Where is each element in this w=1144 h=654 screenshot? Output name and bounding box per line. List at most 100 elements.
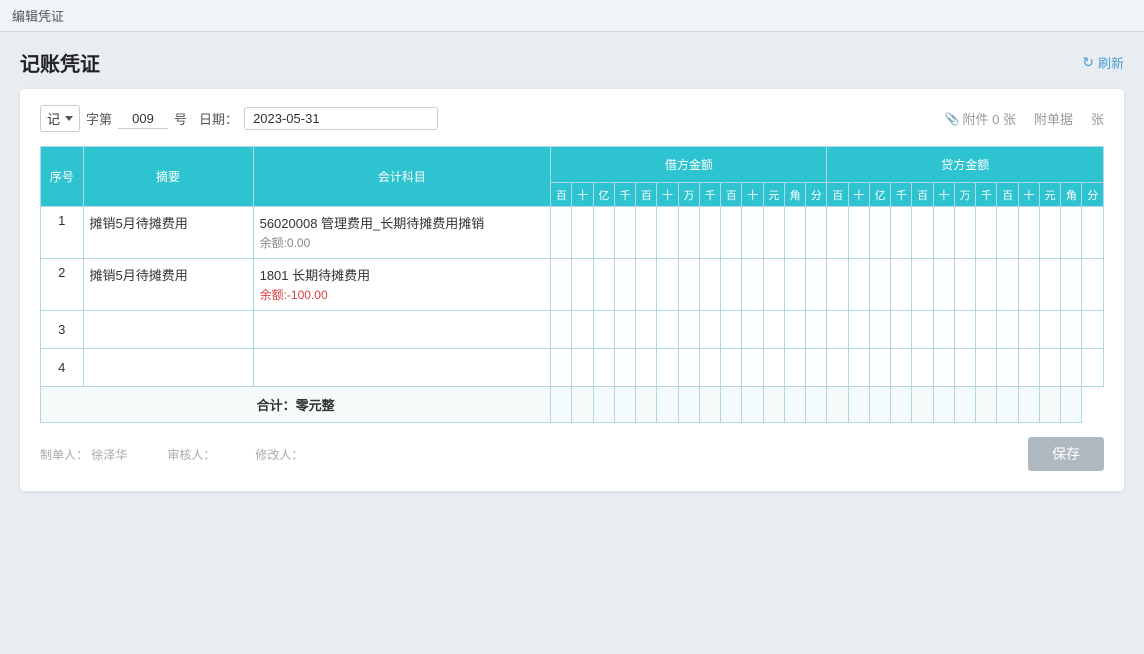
- amount-cell[interactable]: [976, 259, 997, 311]
- amount-cell[interactable]: [1039, 349, 1060, 387]
- amount-cell[interactable]: [997, 311, 1018, 349]
- amount-cell[interactable]: [784, 349, 805, 387]
- amount-cell[interactable]: [678, 349, 699, 387]
- amount-cell[interactable]: [657, 311, 678, 349]
- amount-cell[interactable]: [827, 349, 848, 387]
- amount-cell[interactable]: [763, 311, 784, 349]
- refresh-button[interactable]: ↻ 刷新: [1082, 53, 1124, 72]
- table-row[interactable]: 2 摊销5月待摊费用 1801 长期待摊费用 余额:-100.00: [41, 259, 1104, 311]
- amount-cell[interactable]: [1018, 311, 1039, 349]
- amount-cell[interactable]: [784, 207, 805, 259]
- amount-cell[interactable]: [1061, 311, 1082, 349]
- amount-cell[interactable]: [593, 207, 614, 259]
- amount-cell[interactable]: [848, 311, 869, 349]
- amount-cell[interactable]: [1018, 207, 1039, 259]
- amount-cell[interactable]: [806, 349, 827, 387]
- amount-cell[interactable]: [976, 207, 997, 259]
- amount-cell[interactable]: [636, 349, 657, 387]
- amount-cell[interactable]: [551, 311, 572, 349]
- amount-cell[interactable]: [593, 349, 614, 387]
- amount-cell[interactable]: [742, 349, 763, 387]
- amount-cell[interactable]: [827, 259, 848, 311]
- attachment-link[interactable]: 📎 附件 0 张: [945, 109, 1016, 128]
- subject-cell[interactable]: [253, 349, 551, 387]
- amount-cell[interactable]: [721, 349, 742, 387]
- amount-cell[interactable]: [742, 311, 763, 349]
- amount-cell[interactable]: [954, 311, 975, 349]
- amount-cell[interactable]: [593, 259, 614, 311]
- amount-cell[interactable]: [784, 259, 805, 311]
- amount-cell[interactable]: [678, 207, 699, 259]
- amount-cell[interactable]: [869, 207, 890, 259]
- amount-cell[interactable]: [763, 207, 784, 259]
- amount-cell[interactable]: [742, 259, 763, 311]
- amount-cell[interactable]: [1061, 259, 1082, 311]
- amount-cell[interactable]: [912, 349, 933, 387]
- amount-cell[interactable]: [1039, 311, 1060, 349]
- amount-cell[interactable]: [784, 311, 805, 349]
- table-row[interactable]: 1 摊销5月待摊费用 56020008 管理费用_长期待摊费用摊销 余额:0.0…: [41, 207, 1104, 259]
- amount-cell[interactable]: [997, 349, 1018, 387]
- amount-cell[interactable]: [869, 259, 890, 311]
- amount-cell[interactable]: [954, 259, 975, 311]
- amount-cell[interactable]: [891, 349, 912, 387]
- date-input[interactable]: [244, 107, 438, 130]
- amount-cell[interactable]: [954, 349, 975, 387]
- amount-cell[interactable]: [614, 349, 635, 387]
- amount-cell[interactable]: [636, 207, 657, 259]
- amount-cell[interactable]: [933, 259, 954, 311]
- amount-cell[interactable]: [721, 259, 742, 311]
- table-row[interactable]: 3: [41, 311, 1104, 349]
- amount-cell[interactable]: [848, 349, 869, 387]
- amount-cell[interactable]: [1039, 259, 1060, 311]
- amount-cell[interactable]: [1082, 311, 1104, 349]
- amount-cell[interactable]: [572, 311, 593, 349]
- amount-cell[interactable]: [1039, 207, 1060, 259]
- table-row[interactable]: 4: [41, 349, 1104, 387]
- amount-cell[interactable]: [551, 259, 572, 311]
- amount-cell[interactable]: [997, 259, 1018, 311]
- attachment-single[interactable]: 附单据: [1034, 109, 1073, 128]
- summary-cell[interactable]: [83, 349, 253, 387]
- amount-cell[interactable]: [636, 311, 657, 349]
- amount-cell[interactable]: [912, 259, 933, 311]
- amount-cell[interactable]: [912, 207, 933, 259]
- amount-cell[interactable]: [572, 259, 593, 311]
- amount-cell[interactable]: [721, 207, 742, 259]
- amount-cell[interactable]: [699, 311, 720, 349]
- amount-cell[interactable]: [806, 259, 827, 311]
- amount-cell[interactable]: [806, 207, 827, 259]
- amount-cell[interactable]: [848, 207, 869, 259]
- subject-cell[interactable]: [253, 311, 551, 349]
- amount-cell[interactable]: [891, 259, 912, 311]
- save-button[interactable]: 保存: [1028, 437, 1104, 471]
- amount-cell[interactable]: [699, 207, 720, 259]
- amount-cell[interactable]: [912, 311, 933, 349]
- amount-cell[interactable]: [891, 311, 912, 349]
- amount-cell[interactable]: [954, 207, 975, 259]
- amount-cell[interactable]: [551, 207, 572, 259]
- ji-select[interactable]: 记: [40, 105, 80, 132]
- summary-cell[interactable]: [83, 311, 253, 349]
- amount-cell[interactable]: [657, 207, 678, 259]
- amount-cell[interactable]: [614, 259, 635, 311]
- amount-cell[interactable]: [933, 207, 954, 259]
- amount-cell[interactable]: [806, 311, 827, 349]
- amount-cell[interactable]: [614, 207, 635, 259]
- amount-cell[interactable]: [1082, 259, 1104, 311]
- amount-cell[interactable]: [933, 311, 954, 349]
- amount-cell[interactable]: [869, 349, 890, 387]
- amount-cell[interactable]: [742, 207, 763, 259]
- amount-cell[interactable]: [699, 349, 720, 387]
- amount-cell[interactable]: [1061, 349, 1082, 387]
- amount-cell[interactable]: [657, 259, 678, 311]
- amount-cell[interactable]: [614, 311, 635, 349]
- amount-cell[interactable]: [763, 259, 784, 311]
- amount-cell[interactable]: [997, 207, 1018, 259]
- amount-cell[interactable]: [869, 311, 890, 349]
- amount-cell[interactable]: [572, 207, 593, 259]
- amount-cell[interactable]: [763, 349, 784, 387]
- amount-cell[interactable]: [976, 311, 997, 349]
- amount-cell[interactable]: [1018, 349, 1039, 387]
- amount-cell[interactable]: [551, 349, 572, 387]
